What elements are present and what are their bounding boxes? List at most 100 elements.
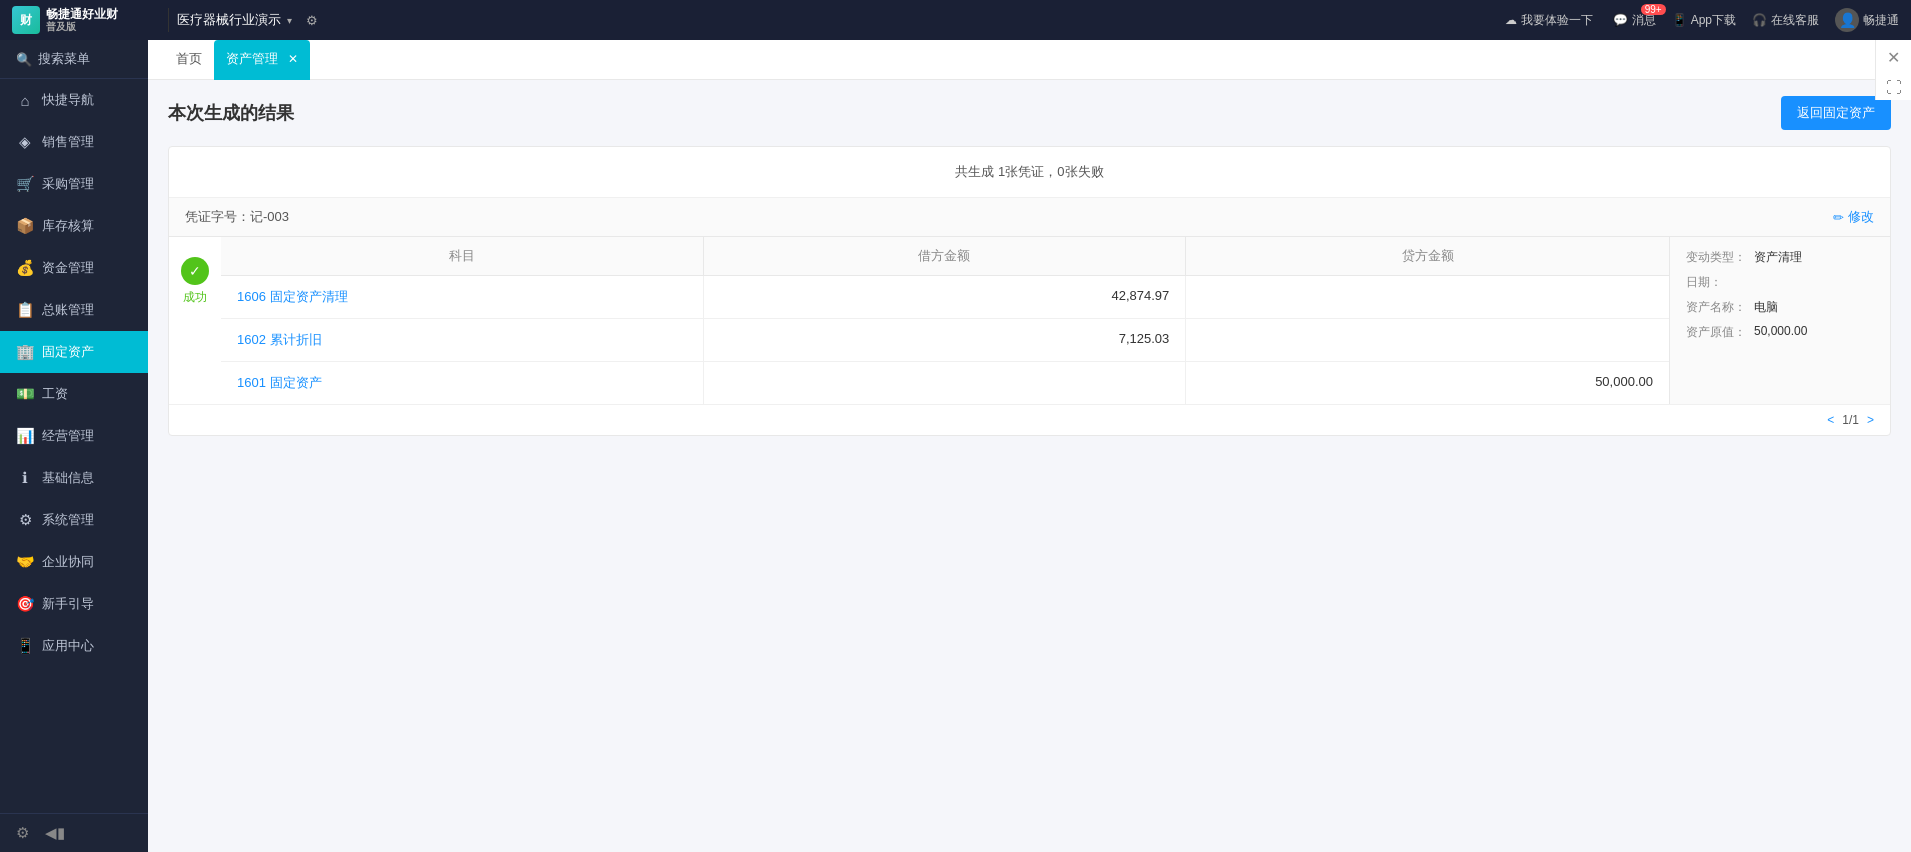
logo-sub: 普及版 (46, 21, 118, 33)
logo-main: 畅捷通好业财 (46, 7, 118, 21)
return-button[interactable]: 返回固定资产 (1781, 96, 1891, 130)
operations-icon: 📊 (16, 427, 34, 445)
edit-icon: ✏ (1833, 210, 1844, 225)
row1-account[interactable]: 1602 累计折旧 (221, 319, 704, 361)
edit-button[interactable]: ✏ 修改 (1833, 208, 1874, 226)
online-service-button[interactable]: 🎧 在线客服 (1752, 12, 1819, 29)
app-center-icon: 📱 (16, 637, 34, 655)
voucher-header: 凭证字号：记-003 ✏ 修改 (169, 198, 1890, 237)
change-type-label: 变动类型： (1686, 249, 1746, 266)
asset-name-row: 资产名称： 电脑 (1686, 299, 1874, 316)
sidebar-item-label: 快捷导航 (42, 91, 94, 109)
sidebar-item-label: 采购管理 (42, 175, 94, 193)
sidebar-item-cooperation[interactable]: 🤝 企业协同 (0, 541, 148, 583)
sidebar-item-guide[interactable]: 🎯 新手引导 (0, 583, 148, 625)
sidebar-item-capital[interactable]: 💰 资金管理 (0, 247, 148, 289)
purchase-icon: 🛒 (16, 175, 34, 193)
header-divider (168, 8, 169, 32)
top-header: 财 畅捷通好业财 普及版 医疗器械行业演示 ▾ ⚙ ☁ 我要体验一下 💬 消息 … (0, 0, 1911, 40)
pagination-next[interactable]: > (1867, 413, 1874, 427)
table-body: 1606 固定资产清理 42,874.97 1602 累计折旧 7,125.03 (221, 276, 1669, 404)
sidebar-item-ledger[interactable]: 📋 总账管理 (0, 289, 148, 331)
voucher-inner: 科目 借方金额 贷方金额 1606 固定资产清理 42,874.97 (221, 237, 1890, 404)
app-download-icon: 📱 (1672, 13, 1687, 27)
tab-home[interactable]: 首页 (164, 40, 214, 80)
messages-icon: 💬 (1613, 13, 1628, 27)
sidebar-item-purchase[interactable]: 🛒 采购管理 (0, 163, 148, 205)
result-summary: 共生成 1张凭证，0张失败 (169, 147, 1890, 198)
experience-label: 我要体验一下 (1521, 12, 1593, 29)
success-circle: ✓ (181, 257, 209, 285)
experience-button[interactable]: ☁ 我要体验一下 (1505, 12, 1593, 29)
sidebar-item-app-center[interactable]: 📱 应用中心 (0, 625, 148, 667)
guide-icon: 🎯 (16, 595, 34, 613)
table-row: 1606 固定资产清理 42,874.97 (221, 276, 1669, 319)
date-label: 日期： (1686, 274, 1722, 291)
search-menu-label: 搜索菜单 (38, 50, 90, 68)
sidebar-item-label: 库存核算 (42, 217, 94, 235)
sidebar-item-label: 应用中心 (42, 637, 94, 655)
sidebar-item-system[interactable]: ⚙ 系统管理 (0, 499, 148, 541)
header-right: 💬 消息 99+ 📱 App下载 🎧 在线客服 👤 畅捷通 (1613, 8, 1899, 32)
main-layout: 🔍 搜索菜单 ⌂ 快捷导航 ◈ 销售管理 🛒 采购管理 📦 库存核算 💰 资金管… (0, 40, 1911, 852)
pagination-prev[interactable]: < (1827, 413, 1834, 427)
table-row: 1601 固定资产 50,000.00 (221, 362, 1669, 404)
tab-asset-mgmt[interactable]: 资产管理 ✕ (214, 40, 310, 80)
sidebar-item-label: 新手引导 (42, 595, 94, 613)
tab-close-icon[interactable]: ✕ (288, 52, 298, 66)
edit-button-label: 修改 (1848, 208, 1874, 226)
success-text: 成功 (183, 289, 207, 306)
row2-credit: 50,000.00 (1186, 362, 1669, 404)
change-type-value: 资产清理 (1754, 249, 1802, 266)
search-menu[interactable]: 🔍 搜索菜单 (0, 40, 148, 79)
side-info-panel: 变动类型： 资产清理 日期： 资产名称： 电脑 (1670, 237, 1890, 404)
workspace-name: 医疗器械行业演示 (177, 11, 281, 29)
user-name: 畅捷通 (1863, 12, 1899, 29)
page-title-row: 本次生成的结果 返回固定资产 (168, 96, 1891, 130)
payroll-icon: 💵 (16, 385, 34, 403)
sidebar-item-label: 固定资产 (42, 343, 94, 361)
app-logo: 财 畅捷通好业财 普及版 (12, 6, 160, 34)
sidebar-item-inventory[interactable]: 📦 库存核算 (0, 205, 148, 247)
sidebar-item-sales[interactable]: ◈ 销售管理 (0, 121, 148, 163)
row2-account[interactable]: 1601 固定资产 (221, 362, 704, 404)
close-panel-icon[interactable]: ✕ (1887, 48, 1900, 67)
sidebar-item-fixed-assets[interactable]: 🏢 固定资产 (0, 331, 148, 373)
workspace-settings-icon[interactable]: ⚙ (306, 13, 318, 28)
voucher-number: 凭证字号：记-003 (185, 208, 289, 226)
voucher-table-wrap: 科目 借方金额 贷方金额 1606 固定资产清理 42,874.97 (221, 237, 1890, 404)
sidebar-bottom: ⚙ ◀▮ (0, 813, 148, 852)
user-profile[interactable]: 👤 畅捷通 (1835, 8, 1899, 32)
messages-button[interactable]: 💬 消息 99+ (1613, 12, 1656, 29)
sidebar-item-payroll[interactable]: 💵 工资 (0, 373, 148, 415)
online-service-icon: 🎧 (1752, 13, 1767, 27)
original-value-row: 资产原值： 50,000.00 (1686, 324, 1874, 341)
workspace-selector[interactable]: 医疗器械行业演示 ▾ ⚙ (177, 11, 318, 29)
sidebar-item-label: 销售管理 (42, 133, 94, 151)
row1-debit: 7,125.03 (704, 319, 1187, 361)
sidebar-item-quick-nav[interactable]: ⌂ 快捷导航 (0, 79, 148, 121)
col-header-credit: 贷方金额 (1186, 237, 1669, 275)
settings-bottom-icon[interactable]: ⚙ (16, 824, 29, 842)
sidebar-item-label: 经营管理 (42, 427, 94, 445)
original-value-value: 50,000.00 (1754, 324, 1807, 341)
fixed-assets-icon: 🏢 (16, 343, 34, 361)
sales-icon: ◈ (16, 133, 34, 151)
sidebar-item-operations[interactable]: 📊 经营管理 (0, 415, 148, 457)
sidebar-item-basic-info[interactable]: ℹ 基础信息 (0, 457, 148, 499)
result-card: 共生成 1张凭证，0张失败 凭证字号：记-003 ✏ 修改 ✓ 成功 (168, 146, 1891, 436)
tab-home-label: 首页 (176, 50, 202, 68)
row1-credit (1186, 319, 1669, 361)
avatar: 👤 (1835, 8, 1859, 32)
collapse-icon[interactable]: ◀▮ (45, 824, 65, 842)
tab-asset-mgmt-label: 资产管理 (226, 50, 278, 68)
logo-icon: 财 (12, 6, 40, 34)
pagination-info: 1/1 (1842, 413, 1859, 427)
search-icon: 🔍 (16, 52, 32, 67)
asset-name-value: 电脑 (1754, 299, 1778, 316)
sidebar-item-label: 资金管理 (42, 259, 94, 277)
expand-panel-icon[interactable]: ⛶ (1886, 79, 1902, 97)
row0-account[interactable]: 1606 固定资产清理 (221, 276, 704, 318)
app-download-button[interactable]: 📱 App下载 (1672, 12, 1736, 29)
cooperation-icon: 🤝 (16, 553, 34, 571)
